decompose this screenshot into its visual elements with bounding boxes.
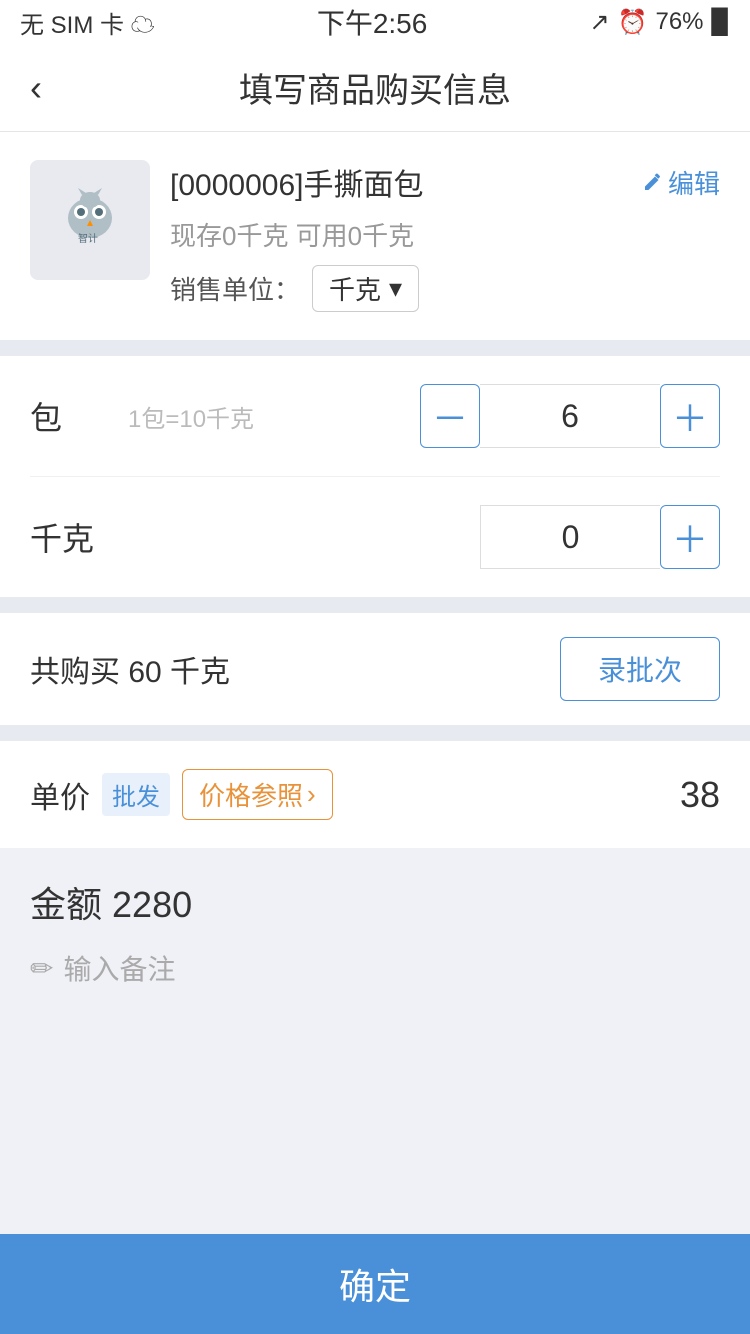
status-left: 无 SIM 卡 ☁ — [20, 5, 155, 40]
bag-stepper: － ＋ — [420, 384, 720, 448]
product-stock: 现存0千克 可用0千克 — [170, 216, 720, 253]
note-placeholder: 输入备注 — [63, 948, 175, 988]
chevron-right-icon: › — [307, 779, 316, 810]
kg-quantity-input[interactable] — [480, 505, 660, 569]
nav-bar: ‹ 填写商品购买信息 — [0, 44, 750, 132]
kg-stepper: ＋ — [480, 505, 720, 569]
product-name: [0000006]手撕面包 — [170, 160, 423, 204]
edit-button[interactable]: 编辑 — [642, 164, 720, 201]
chevron-down-icon: ▾ — [389, 273, 402, 304]
divider-2 — [0, 597, 750, 613]
price-section: 单价 批发 价格参照 › 38 — [0, 741, 750, 848]
kg-input-row: 千克 ＋ — [30, 477, 720, 597]
price-left: 单价 批发 价格参照 › — [30, 769, 333, 820]
amount-row: 金额 2280 — [30, 876, 720, 928]
product-info: [0000006]手撕面包 编辑 现存0千克 可用0千克 销售单位： 千克 ▾ — [170, 160, 720, 312]
price-value: 38 — [680, 774, 720, 816]
batch-button[interactable]: 录批次 — [560, 637, 720, 701]
kg-plus-button[interactable]: ＋ — [660, 505, 720, 569]
kg-label: 千克 — [30, 514, 120, 560]
back-button[interactable]: ‹ — [30, 67, 42, 109]
price-reference-button[interactable]: 价格参照 › — [182, 769, 333, 820]
unit-label: 销售单位： — [170, 270, 300, 307]
sim-status: 无 SIM 卡 ☁ — [20, 5, 155, 40]
bag-minus-button[interactable]: － — [420, 384, 480, 448]
battery-level: 76% — [655, 8, 703, 36]
divider-3 — [0, 725, 750, 741]
total-section: 共购买 60 千克 录批次 — [0, 613, 750, 725]
amount-value: 2280 — [112, 884, 192, 925]
amount-section: 金额 2280 ✏ 输入备注 — [0, 848, 750, 1008]
location-icon: ↗ — [589, 8, 609, 37]
price-tag: 批发 — [102, 773, 170, 816]
status-right: ↗ ⏰ 76% ▉ — [589, 8, 730, 37]
unit-selector[interactable]: 千克 ▾ — [312, 265, 419, 312]
product-image: 智计 — [30, 160, 150, 280]
product-logo: 智计 — [60, 184, 120, 256]
nav-title: 填写商品购买信息 — [239, 63, 511, 112]
confirm-button[interactable]: 确定 — [0, 1234, 750, 1334]
alarm-icon: ⏰ — [618, 8, 648, 37]
bag-quantity-input[interactable] — [480, 384, 660, 448]
total-text: 共购买 60 千克 — [30, 647, 230, 691]
edit-icon — [642, 171, 664, 193]
status-time: 下午2:56 — [317, 2, 428, 42]
note-row[interactable]: ✏ 输入备注 — [30, 948, 720, 988]
product-card: 智计 [0000006]手撕面包 编辑 现存0千克 可用0千克 销售单位： 千克… — [0, 132, 750, 340]
bag-input-row: 包 1包=10千克 － ＋ — [30, 356, 720, 477]
quantity-section: 包 1包=10千克 － ＋ 千克 ＋ — [0, 356, 750, 597]
status-bar: 无 SIM 卡 ☁ 下午2:56 ↗ ⏰ 76% ▉ — [0, 0, 750, 44]
bag-plus-button[interactable]: ＋ — [660, 384, 720, 448]
svg-text:智计: 智计 — [78, 232, 98, 244]
product-unit-row: 销售单位： 千克 ▾ — [170, 265, 720, 312]
bag-hint: 1包=10千克 — [128, 399, 420, 434]
pencil-icon: ✏ — [30, 952, 53, 985]
battery-icon: ▉ — [712, 8, 730, 37]
amount-label: 金额 — [30, 884, 102, 925]
divider-1 — [0, 340, 750, 356]
price-label: 单价 — [30, 773, 90, 817]
bag-label: 包 — [30, 393, 120, 439]
product-name-row: [0000006]手撕面包 编辑 — [170, 160, 720, 204]
